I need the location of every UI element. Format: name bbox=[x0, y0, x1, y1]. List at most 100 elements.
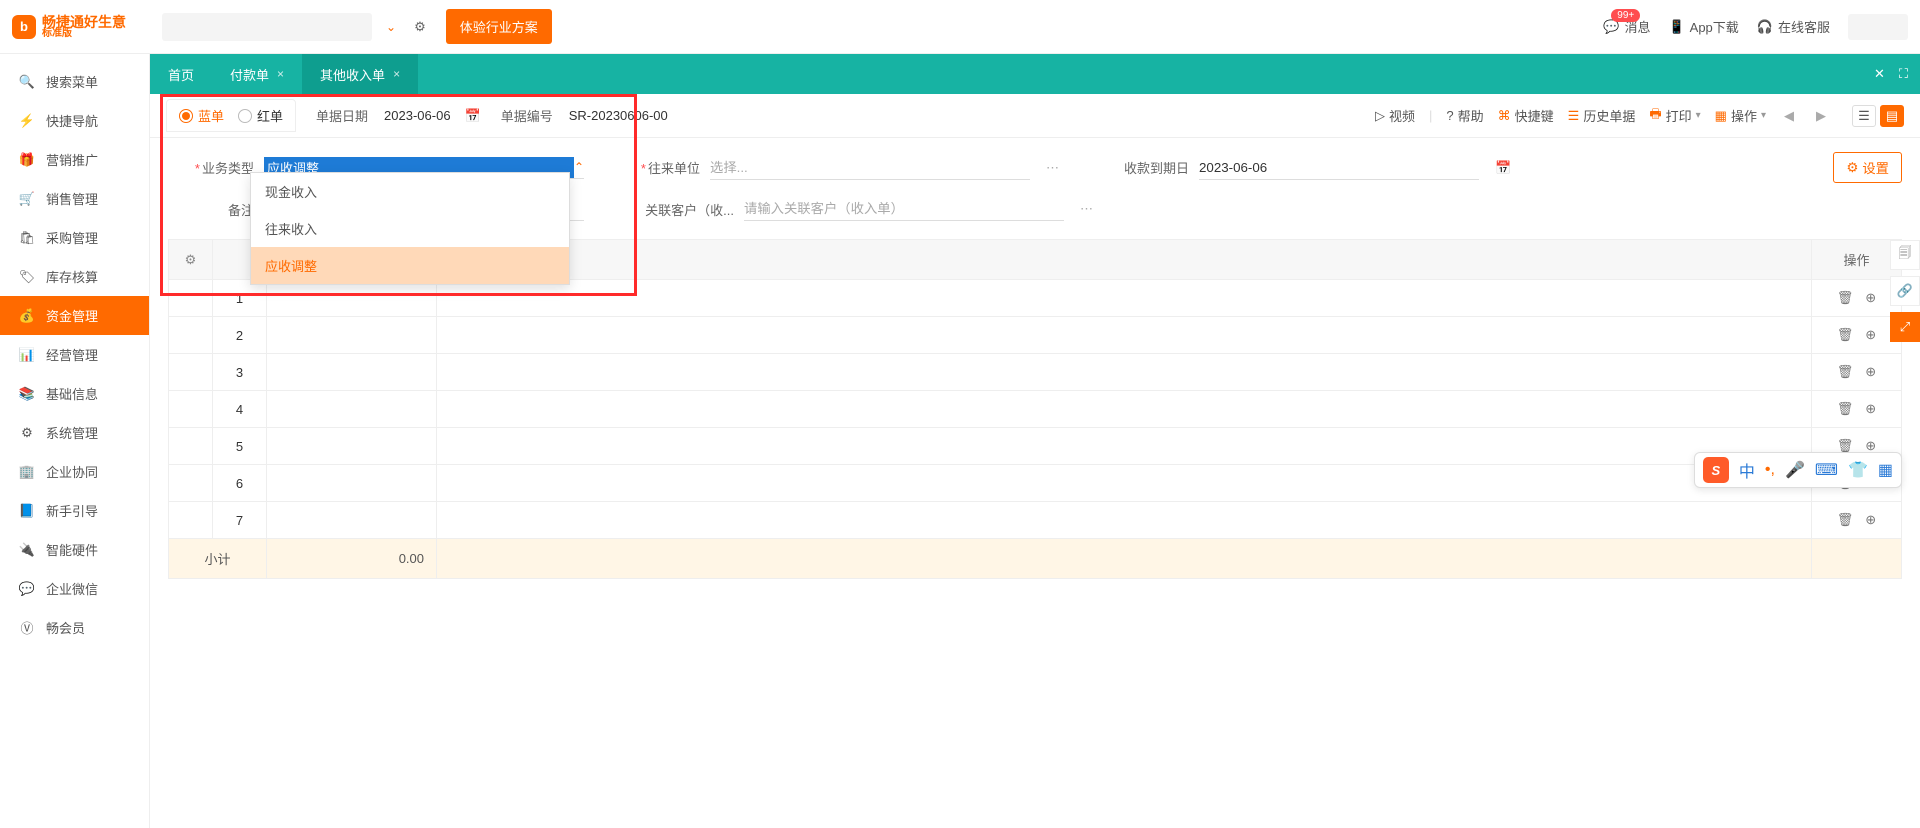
ime-punct-icon[interactable]: •, bbox=[1765, 461, 1775, 479]
tab-close-icon[interactable]: × bbox=[393, 67, 400, 81]
sidebar-item-4[interactable]: 🛍采购管理 bbox=[0, 218, 149, 257]
tab-expand-icon[interactable]: ⛶ bbox=[1899, 66, 1908, 82]
sidebar-item-label: 搜索菜单 bbox=[46, 72, 98, 91]
row-gear-cell[interactable] bbox=[169, 428, 213, 465]
sidebar-item-14[interactable]: Ⓥ畅会员 bbox=[0, 608, 149, 647]
tab-0[interactable]: 首页 bbox=[150, 54, 212, 94]
tab-close-all-icon[interactable]: ✕ bbox=[1874, 66, 1885, 82]
sidebar-item-12[interactable]: 🔌智能硬件 bbox=[0, 530, 149, 569]
rail-note-button[interactable]: 🗐 bbox=[1890, 240, 1920, 270]
table-row[interactable]: 1🗑⊕ bbox=[169, 280, 1902, 317]
video-button[interactable]: ▷视频 bbox=[1375, 106, 1415, 125]
row-amount-cell[interactable] bbox=[267, 354, 437, 391]
settings-button[interactable]: ⚙设置 bbox=[1833, 152, 1902, 183]
calendar-icon[interactable]: 📅 bbox=[465, 108, 481, 124]
org-selector[interactable] bbox=[162, 13, 372, 41]
rail-expand-button[interactable]: ⤢ bbox=[1890, 312, 1920, 342]
assoc-more-icon[interactable]: ⋯ bbox=[1080, 201, 1093, 217]
row-amount-cell[interactable] bbox=[267, 502, 437, 539]
ime-menu-icon[interactable]: ▦ bbox=[1878, 460, 1893, 480]
dropdown-option-2[interactable]: 应收调整 bbox=[251, 247, 569, 284]
delete-row-icon[interactable]: 🗑 bbox=[1837, 327, 1854, 343]
assoc-customer-label: 关联客户（收... bbox=[624, 200, 734, 219]
ime-keyboard-icon[interactable]: ⌨ bbox=[1815, 460, 1838, 480]
ime-mic-icon[interactable]: 🎤 bbox=[1785, 460, 1805, 480]
help-button[interactable]: ?帮助 bbox=[1446, 106, 1483, 125]
row-amount-cell[interactable] bbox=[267, 428, 437, 465]
add-row-icon[interactable]: ⊕ bbox=[1865, 512, 1876, 528]
sidebar-icon: ⚙ bbox=[18, 424, 36, 442]
tab-close-icon[interactable]: × bbox=[277, 67, 284, 81]
history-button[interactable]: ☰历史单据 bbox=[1568, 106, 1636, 125]
table-row[interactable]: 7🗑⊕ bbox=[169, 502, 1902, 539]
next-doc-button[interactable]: ▶ bbox=[1812, 108, 1830, 124]
sidebar-item-0[interactable]: 🔍搜索菜单 bbox=[0, 62, 149, 101]
row-gear-cell[interactable] bbox=[169, 502, 213, 539]
sidebar-item-11[interactable]: 📘新手引导 bbox=[0, 491, 149, 530]
table-row[interactable]: 5🗑⊕ bbox=[169, 428, 1902, 465]
dropdown-option-1[interactable]: 往来收入 bbox=[251, 210, 569, 247]
shortcut-button[interactable]: ⌘快捷键 bbox=[1498, 106, 1554, 125]
sidebar-item-9[interactable]: ⚙系统管理 bbox=[0, 413, 149, 452]
row-amount-cell[interactable] bbox=[267, 280, 437, 317]
ime-skin-icon[interactable]: 👕 bbox=[1848, 460, 1868, 480]
delete-row-icon[interactable]: 🗑 bbox=[1837, 364, 1854, 380]
sidebar-icon: 🛒 bbox=[18, 190, 36, 208]
due-date-input[interactable] bbox=[1199, 156, 1479, 180]
sidebar-item-6[interactable]: 💰资金管理 bbox=[0, 296, 149, 335]
settings-gear-icon[interactable]: ⚙ bbox=[410, 15, 430, 39]
tab-1[interactable]: 付款单× bbox=[212, 54, 302, 94]
add-row-icon[interactable]: ⊕ bbox=[1865, 364, 1876, 380]
sidebar-item-7[interactable]: 📊经营管理 bbox=[0, 335, 149, 374]
rail-link-button[interactable]: 🔗 bbox=[1890, 276, 1920, 306]
trial-button[interactable]: 体验行业方案 bbox=[446, 9, 552, 44]
operate-button[interactable]: ▦操作▾ bbox=[1715, 106, 1766, 125]
row-amount-cell[interactable] bbox=[267, 465, 437, 502]
org-caret-icon[interactable]: ⌄ bbox=[386, 20, 396, 34]
delete-row-icon[interactable]: 🗑 bbox=[1837, 290, 1854, 306]
partner-input[interactable] bbox=[710, 156, 1030, 180]
user-avatar[interactable] bbox=[1848, 14, 1908, 40]
assoc-customer-input[interactable] bbox=[744, 197, 1064, 221]
doc-date-value[interactable]: 2023-06-06 bbox=[384, 108, 451, 123]
delete-row-icon[interactable]: 🗑 bbox=[1837, 401, 1854, 417]
add-row-icon[interactable]: ⊕ bbox=[1865, 290, 1876, 306]
sidebar-item-8[interactable]: 📚基础信息 bbox=[0, 374, 149, 413]
sidebar-item-13[interactable]: 💬企业微信 bbox=[0, 569, 149, 608]
table-row[interactable]: 2🗑⊕ bbox=[169, 317, 1902, 354]
prev-doc-button[interactable]: ◀ bbox=[1780, 108, 1798, 124]
row-amount-cell[interactable] bbox=[267, 391, 437, 428]
row-gear-cell[interactable] bbox=[169, 280, 213, 317]
support-button[interactable]: 🎧 在线客服 bbox=[1757, 17, 1830, 36]
row-gear-cell[interactable] bbox=[169, 317, 213, 354]
radio-red[interactable]: 红单 bbox=[238, 106, 283, 125]
row-amount-cell[interactable] bbox=[267, 317, 437, 354]
tab-2[interactable]: 其他收入单× bbox=[302, 54, 418, 94]
delete-row-icon[interactable]: 🗑 bbox=[1837, 512, 1854, 528]
table-row[interactable]: 4🗑⊕ bbox=[169, 391, 1902, 428]
app-download-button[interactable]: 📱 App下载 bbox=[1668, 17, 1738, 36]
row-gear-cell[interactable] bbox=[169, 465, 213, 502]
row-gear-cell[interactable] bbox=[169, 354, 213, 391]
add-row-icon[interactable]: ⊕ bbox=[1865, 401, 1876, 417]
add-row-icon[interactable]: ⊕ bbox=[1865, 327, 1876, 343]
table-row[interactable]: 3🗑⊕ bbox=[169, 354, 1902, 391]
view-list-button[interactable]: ☰ bbox=[1852, 105, 1876, 127]
print-button[interactable]: 🖶打印▾ bbox=[1649, 105, 1700, 127]
calendar-icon[interactable]: 📅 bbox=[1495, 160, 1511, 176]
partner-more-icon[interactable]: ⋯ bbox=[1046, 160, 1059, 176]
ime-toolbar[interactable]: S 中 •, 🎤 ⌨ 👕 ▦ bbox=[1694, 452, 1902, 488]
ime-lang-toggle[interactable]: 中 bbox=[1739, 458, 1755, 482]
radio-blue[interactable]: 蓝单 bbox=[179, 106, 224, 125]
sidebar-item-10[interactable]: 🏢企业协同 bbox=[0, 452, 149, 491]
row-gear-cell[interactable] bbox=[169, 391, 213, 428]
col-row-settings[interactable]: ⚙ bbox=[169, 240, 213, 280]
sidebar-item-5[interactable]: 🏷库存核算 bbox=[0, 257, 149, 296]
view-form-button[interactable]: ▤ bbox=[1880, 105, 1904, 127]
sidebar-item-2[interactable]: 🎁营销推广 bbox=[0, 140, 149, 179]
dropdown-option-0[interactable]: 现金收入 bbox=[251, 173, 569, 210]
messages-button[interactable]: 💬 99+ 消息 bbox=[1603, 17, 1650, 36]
sidebar-item-3[interactable]: 🛒销售管理 bbox=[0, 179, 149, 218]
sidebar-item-1[interactable]: ⚡快捷导航 bbox=[0, 101, 149, 140]
table-row[interactable]: 6🗑⊕ bbox=[169, 465, 1902, 502]
